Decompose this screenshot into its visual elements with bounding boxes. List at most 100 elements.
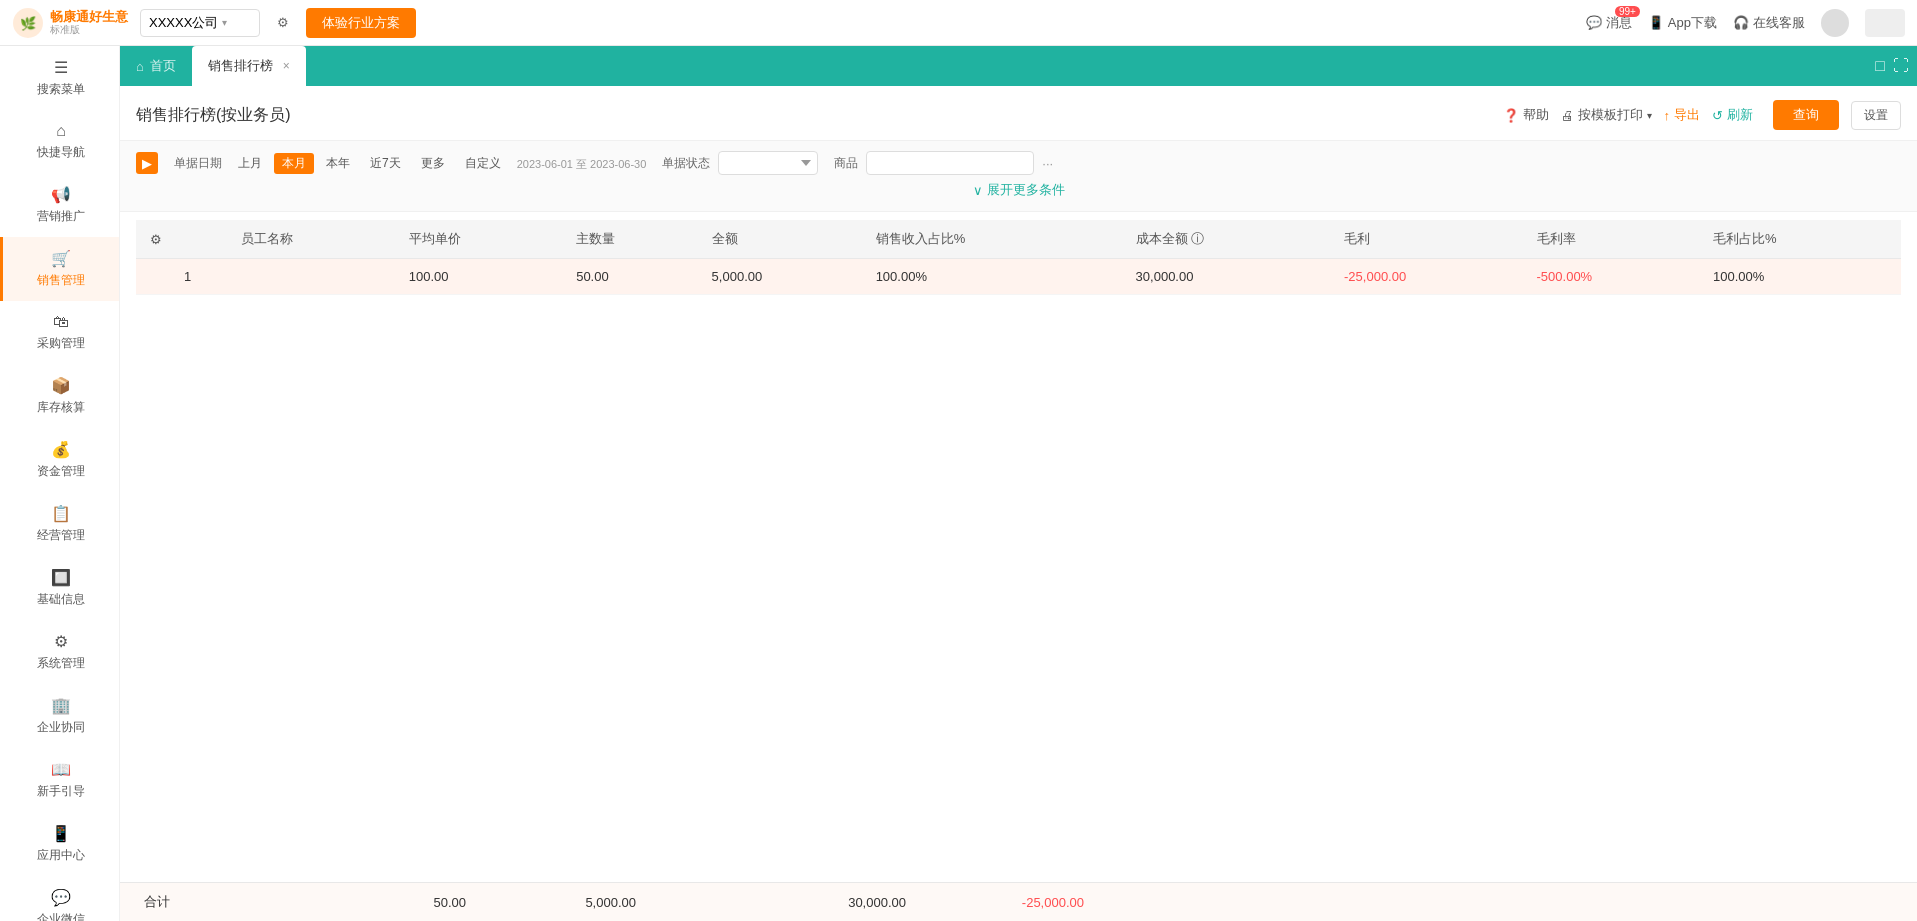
print-button[interactable]: 🖨 按模板打印 ▾ (1561, 106, 1652, 124)
sidebar-item-sales[interactable]: 🛒 销售管理 (0, 237, 119, 301)
inventory-icon: 📦 (51, 376, 71, 395)
online-service-button[interactable]: 🎧 在线客服 (1733, 14, 1805, 32)
sidebar-label-inventory: 库存核算 (37, 399, 85, 416)
col-avg-price: 平均单价 (401, 220, 568, 259)
sidebar-item-marketing[interactable]: 📢 营销推广 (0, 173, 119, 237)
sidebar-label-enterprise: 企业协同 (37, 719, 85, 736)
data-table: ⚙ 员工名称 平均单价 主数量 全额 销售收入占比% 成本全额 ⓘ 毛利 (136, 220, 1901, 295)
settings-icon-btn[interactable]: ⚙ (268, 8, 298, 38)
sidebar-label-operations: 经营管理 (37, 527, 85, 544)
col-rank (176, 220, 233, 259)
col-settings[interactable]: ⚙ (136, 220, 176, 259)
app-download-label: App下载 (1668, 14, 1717, 32)
sidebar-item-app-center[interactable]: 📱 应用中心 (0, 812, 119, 876)
export-label: 导出 (1674, 106, 1700, 124)
sidebar-item-basics[interactable]: 🔲 基础信息 (0, 556, 119, 620)
expand-more-label: 展开更多条件 (987, 181, 1065, 199)
export-button[interactable]: ↑ 导出 (1664, 106, 1701, 124)
avatar[interactable] (1821, 9, 1849, 37)
filter-bar: ▶ 单据日期 上月 本月 本年 近7天 更多 自定义 2 (120, 141, 1917, 212)
company-name: XXXXX公司 (149, 14, 218, 32)
date-tab-last7[interactable]: 近7天 (362, 153, 409, 174)
message-badge: 99+ (1615, 6, 1640, 17)
cell-profit-pct: 100.00% (1705, 259, 1901, 295)
date-tab-this-month[interactable]: 本月 (274, 153, 314, 174)
refresh-icon: ↺ (1712, 108, 1723, 123)
trial-button[interactable]: 体验行业方案 (306, 8, 416, 38)
expand-more-btn[interactable]: ∨ 展开更多条件 (973, 181, 1065, 199)
date-tab-custom[interactable]: 自定义 (457, 153, 509, 174)
goods-filter-more-icon[interactable]: ··· (1042, 156, 1053, 171)
company-chevron-icon: ▾ (222, 17, 227, 28)
date-tab-this-year[interactable]: 本年 (318, 153, 358, 174)
svg-text:🌿: 🌿 (20, 15, 37, 32)
sidebar-item-wechat[interactable]: 💬 企业微信 (0, 876, 119, 921)
sidebar-label-marketing: 营销推广 (37, 208, 85, 225)
user-name-area[interactable] (1865, 9, 1905, 37)
filter-toggle-btn[interactable]: ▶ (136, 152, 158, 174)
tab-home[interactable]: ⌂ 首页 (120, 46, 192, 86)
operations-icon: 📋 (51, 504, 71, 523)
sidebar-label-guide: 新手引导 (37, 783, 85, 800)
sidebar-label-search: 搜索菜单 (37, 81, 85, 98)
filter-toggle-icon: ▶ (142, 156, 152, 171)
cell-sales-pct: 100.00% (868, 259, 1128, 295)
col-amount: 全额 (704, 220, 868, 259)
top-bar: 🌿 畅康通好生意 标准版 XXXXX公司 ▾ ⚙ 体验行业方案 💬 消息 99+… (0, 0, 1917, 46)
sidebar-item-search-order[interactable]: ☰ 搜索菜单 (0, 46, 119, 110)
headset-icon: 🎧 (1733, 15, 1749, 30)
marketing-icon: 📢 (51, 185, 71, 204)
table-container: ⚙ 员工名称 平均单价 主数量 全额 销售收入占比% 成本全额 ⓘ 毛利 (120, 212, 1917, 882)
sidebar-item-system[interactable]: ⚙ 系统管理 (0, 620, 119, 684)
sidebar-item-guide[interactable]: 📖 新手引导 (0, 748, 119, 812)
message-button[interactable]: 💬 消息 99+ (1586, 14, 1632, 32)
col-margin: 毛利率 (1529, 220, 1705, 259)
online-service-label: 在线客服 (1753, 14, 1805, 32)
cell-avg-price: 100.00 (401, 259, 568, 295)
table-header-row: ⚙ 员工名称 平均单价 主数量 全额 销售收入占比% 成本全额 ⓘ 毛利 (136, 220, 1901, 259)
filter-row-main: ▶ 单据日期 上月 本月 本年 近7天 更多 自定义 2 (136, 151, 1901, 175)
status-filter-label: 单据状态 (662, 155, 710, 172)
sidebar-item-operations[interactable]: 📋 经营管理 (0, 492, 119, 556)
sidebar-item-finance[interactable]: 💰 资金管理 (0, 428, 119, 492)
tab-sales-ranking[interactable]: 销售排行榜 × (192, 46, 306, 86)
date-tabs: 上月 本月 本年 近7天 更多 自定义 (230, 153, 509, 174)
sidebar-item-quick-nav[interactable]: ⌂ 快捷导航 (0, 110, 119, 173)
goods-filter-input[interactable] (866, 151, 1034, 175)
footer-cost: 30,000.00 (744, 895, 914, 910)
app-subtitle: 标准版 (50, 24, 128, 36)
date-tab-more[interactable]: 更多 (413, 153, 453, 174)
sidebar-label-system: 系统管理 (37, 655, 85, 672)
settings-gear-icon: ⚙ (277, 15, 289, 30)
sidebar-label-sales: 销售管理 (37, 272, 85, 289)
footer-qty: 50.00 (344, 895, 474, 910)
tab-minimize-icon[interactable]: □ (1875, 57, 1885, 75)
home-icon: ⌂ (136, 59, 144, 74)
refresh-button[interactable]: ↺ 刷新 (1712, 106, 1753, 124)
col-profit: 毛利 (1336, 220, 1529, 259)
logo-icon: 🌿 (12, 7, 44, 39)
date-tab-prev-month[interactable]: 上月 (230, 153, 270, 174)
company-selector[interactable]: XXXXX公司 ▾ (140, 9, 260, 37)
app-title: 畅康通好生意 (50, 9, 128, 25)
sidebar-item-inventory[interactable]: 📦 库存核算 (0, 364, 119, 428)
tab-expand-icon[interactable]: ⛶ (1893, 57, 1909, 75)
sidebar-label-quicknav: 快捷导航 (37, 144, 85, 161)
help-button[interactable]: ❓ 帮助 (1503, 106, 1549, 124)
sales-icon: 🛒 (51, 249, 71, 268)
filter-goods-group: 商品 ··· (834, 151, 1053, 175)
col-profit-pct: 毛利占比% (1705, 220, 1901, 259)
cell-amount: 5,000.00 (704, 259, 868, 295)
tab-close-icon[interactable]: × (283, 59, 290, 73)
query-button[interactable]: 查询 (1773, 100, 1839, 130)
page-title: 销售排行榜(按业务员) (136, 105, 291, 126)
settings-text-button[interactable]: 设置 (1851, 101, 1901, 130)
cell-settings (136, 259, 176, 295)
col-qty: 主数量 (568, 220, 703, 259)
status-filter-select[interactable] (718, 151, 818, 175)
sidebar-item-enterprise[interactable]: 🏢 企业协同 (0, 684, 119, 748)
filter-status-group: 单据状态 (662, 151, 818, 175)
app-download-button[interactable]: 📱 App下载 (1648, 14, 1717, 32)
sidebar-item-purchase[interactable]: 🛍 采购管理 (0, 301, 119, 364)
date-filter-label: 单据日期 (174, 155, 222, 172)
